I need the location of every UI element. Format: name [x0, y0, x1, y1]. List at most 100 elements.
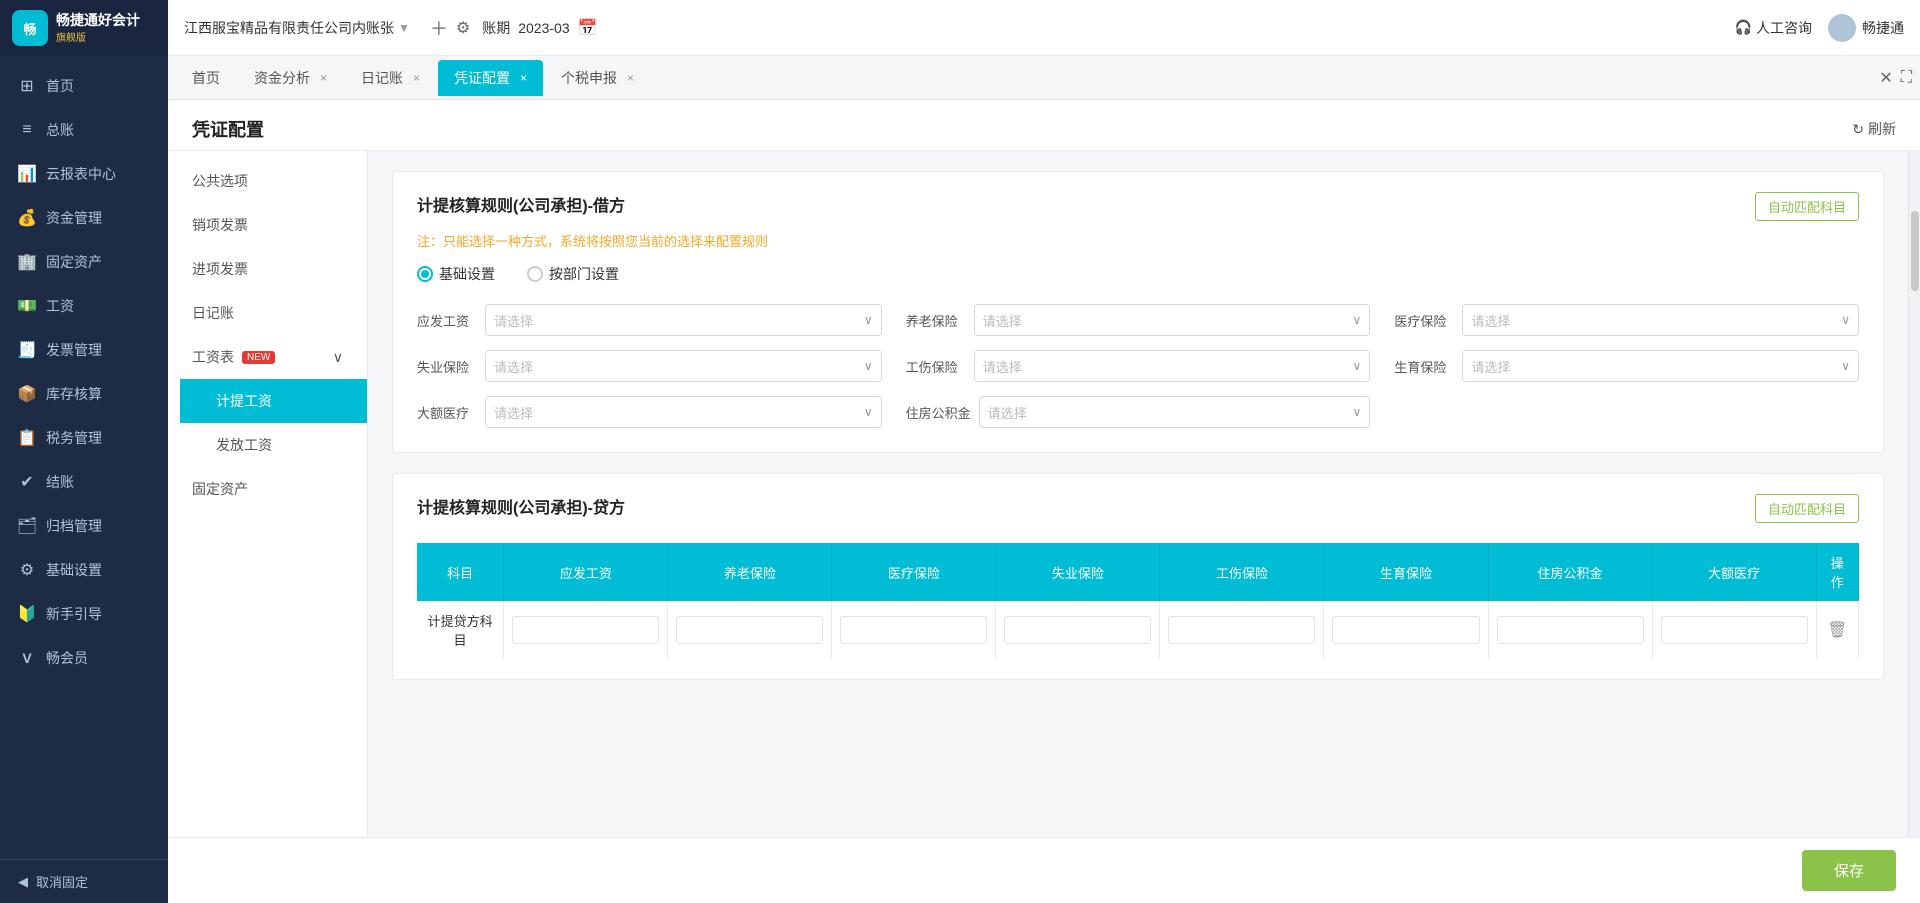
input-dae[interactable]: [1661, 616, 1808, 644]
radio-dept[interactable]: 按部门设置: [527, 264, 619, 284]
input-yiliao[interactable]: [840, 616, 987, 644]
close-tab-icon[interactable]: ✕: [1879, 68, 1892, 88]
td-yingfa-input[interactable]: [504, 601, 668, 659]
left-nav-salary-table[interactable]: 工资表 NEW ∨: [168, 335, 367, 379]
tab-voucher-config-label: 凭证配置: [454, 68, 510, 88]
settings-button[interactable]: ⚙: [456, 18, 470, 38]
sidebar-unpin[interactable]: ◀ 取消固定: [0, 859, 168, 903]
refresh-button[interactable]: ↻ 刷新: [1852, 119, 1896, 139]
left-nav-purchase-invoice-label: 进项发票: [192, 259, 248, 279]
input-yanglao[interactable]: [676, 616, 823, 644]
expand-arrow-icon: ∨: [333, 349, 343, 366]
sidebar-item-salary[interactable]: 💵 工资: [0, 284, 168, 328]
input-gongshang[interactable]: [1168, 616, 1315, 644]
user-menu[interactable]: 畅捷通: [1828, 14, 1904, 42]
radio-dept-circle: [527, 266, 543, 282]
headset-icon: 🎧: [1735, 19, 1752, 36]
sidebar-label-home: 首页: [46, 76, 74, 96]
tab-tax-close[interactable]: ×: [627, 71, 634, 85]
left-nav-journal[interactable]: 日记账: [168, 291, 367, 335]
scrollbar-thumb[interactable]: [1911, 211, 1919, 291]
sidebar-item-fixed-assets[interactable]: 🏢 固定资产: [0, 240, 168, 284]
select-zhufang-gongjijin[interactable]: 请选择 ∨: [979, 396, 1371, 428]
tab-voucher-config[interactable]: 凭证配置 ×: [438, 60, 543, 96]
td-yiliao-input[interactable]: [832, 601, 996, 659]
sidebar-item-checkout[interactable]: ✔ 结账: [0, 460, 168, 504]
sidebar-label-reports: 云报表中心: [46, 164, 116, 184]
delete-icon[interactable]: 🗑: [1827, 622, 1847, 639]
fixed-assets-icon: 🏢: [18, 253, 36, 271]
chevron-down-icon: ∨: [1841, 359, 1850, 373]
sidebar-label-ledger: 总账: [46, 120, 74, 140]
radio-dept-label: 按部门设置: [549, 264, 619, 284]
company-selector[interactable]: 江西服宝精品有限责任公司内账张 ▼: [184, 18, 414, 38]
td-dae-input[interactable]: [1652, 601, 1816, 659]
select-shiye-baoxian-placeholder: 请选择: [494, 357, 533, 376]
sidebar-item-guide[interactable]: 🔰 新手引导: [0, 592, 168, 636]
topbar: 江西服宝精品有限责任公司内账张 ▼ ＋ ⚙ 账期 2023-03 📅 🎧 人工咨…: [168, 0, 1920, 56]
left-nav-purchase-invoice[interactable]: 进项发票: [168, 247, 367, 291]
td-gongshang-input[interactable]: [1160, 601, 1324, 659]
select-yanglao-baoxian[interactable]: 请选择 ∨: [974, 304, 1371, 336]
radio-basic[interactable]: 基础设置: [417, 264, 495, 284]
left-nav-public[interactable]: 公共选项: [168, 159, 367, 203]
tab-capital[interactable]: 资金分析 ×: [238, 60, 343, 96]
sidebar-item-home[interactable]: ⊞ 首页: [0, 64, 168, 108]
sidebar-item-tax[interactable]: 📋 税务管理: [0, 416, 168, 460]
td-delete[interactable]: 🗑: [1816, 601, 1858, 659]
tab-voucher-config-close[interactable]: ×: [520, 71, 527, 85]
left-nav-pay-salary[interactable]: 发放工资: [180, 423, 367, 467]
tab-tax-label: 个税申报: [561, 68, 617, 88]
td-zhufang-input[interactable]: [1488, 601, 1652, 659]
input-shengyu[interactable]: [1332, 616, 1479, 644]
input-zhufang[interactable]: [1497, 616, 1644, 644]
expand-icon[interactable]: ⛶: [1901, 69, 1912, 87]
left-nav: 公共选项 销项发票 进项发票 日记账 工资表 NEW ∨: [168, 151, 368, 837]
select-yingfa-gongzi[interactable]: 请选择 ∨: [485, 304, 882, 336]
tab-home[interactable]: 首页: [176, 60, 236, 96]
sidebar-item-invoice[interactable]: 🧾 发票管理: [0, 328, 168, 372]
sidebar-item-archive[interactable]: 🗂 归档管理: [0, 504, 168, 548]
period-selector: 账期 2023-03 📅: [478, 18, 601, 38]
select-yiliao-baoxian[interactable]: 请选择 ∨: [1462, 304, 1859, 336]
consult-button[interactable]: 🎧 人工咨询: [1735, 18, 1812, 38]
tabs-right-actions: ✕ ⛶: [1879, 68, 1912, 88]
select-shiye-baoxian[interactable]: 请选择 ∨: [485, 350, 882, 382]
sidebar-item-capital[interactable]: 💰 资金管理: [0, 196, 168, 240]
tab-journal[interactable]: 日记账 ×: [345, 60, 436, 96]
input-yingfa[interactable]: [512, 616, 659, 644]
sidebar-item-inventory[interactable]: 📦 库存核算: [0, 372, 168, 416]
chevron-down-icon: ∨: [1841, 313, 1850, 327]
left-nav-fixed-assets[interactable]: 固定资产: [168, 467, 367, 511]
user-name: 畅捷通: [1862, 18, 1904, 38]
select-dae-yiliao[interactable]: 请选择 ∨: [485, 396, 882, 428]
td-shiye-input[interactable]: [996, 601, 1160, 659]
input-shiye[interactable]: [1004, 616, 1151, 644]
sidebar-item-vip[interactable]: V 畅会员: [0, 636, 168, 680]
credit-auto-match-button[interactable]: 自动匹配科目: [1755, 494, 1859, 523]
left-nav-advance-salary[interactable]: 计提工资: [180, 379, 367, 423]
field-zhufang-gongjijin: 住房公积金 请选择 ∨: [906, 396, 1371, 428]
tax-icon: 📋: [18, 429, 36, 447]
calendar-icon[interactable]: 📅: [578, 18, 598, 38]
td-shengyu-input[interactable]: [1324, 601, 1488, 659]
select-dae-yiliao-placeholder: 请选择: [494, 403, 533, 422]
field-yanglao-baoxian: 养老保险 请选择 ∨: [906, 304, 1371, 336]
sidebar-item-ledger[interactable]: ≡ 总账: [0, 108, 168, 152]
field-gongshang-baoxian: 工伤保险 请选择 ∨: [906, 350, 1371, 382]
save-button[interactable]: 保存: [1802, 850, 1896, 891]
tab-capital-close[interactable]: ×: [320, 71, 327, 85]
add-tab-button[interactable]: ＋: [430, 15, 448, 41]
right-scrollbar[interactable]: [1908, 151, 1920, 837]
tab-journal-close[interactable]: ×: [413, 71, 420, 85]
left-nav-sales-invoice[interactable]: 销项发票: [168, 203, 367, 247]
field-yingfa-gongzi: 应发工资 请选择 ∨: [417, 304, 882, 336]
debit-auto-match-button[interactable]: 自动匹配科目: [1755, 192, 1859, 221]
sidebar-item-reports[interactable]: 📊 云报表中心: [0, 152, 168, 196]
td-yanglao-input[interactable]: [668, 601, 832, 659]
select-yanglao-baoxian-placeholder: 请选择: [983, 311, 1022, 330]
select-shengyu-baoxian[interactable]: 请选择 ∨: [1462, 350, 1859, 382]
sidebar-item-settings[interactable]: ⚙ 基础设置: [0, 548, 168, 592]
select-gongshang-baoxian[interactable]: 请选择 ∨: [974, 350, 1371, 382]
tab-tax[interactable]: 个税申报 ×: [545, 60, 650, 96]
